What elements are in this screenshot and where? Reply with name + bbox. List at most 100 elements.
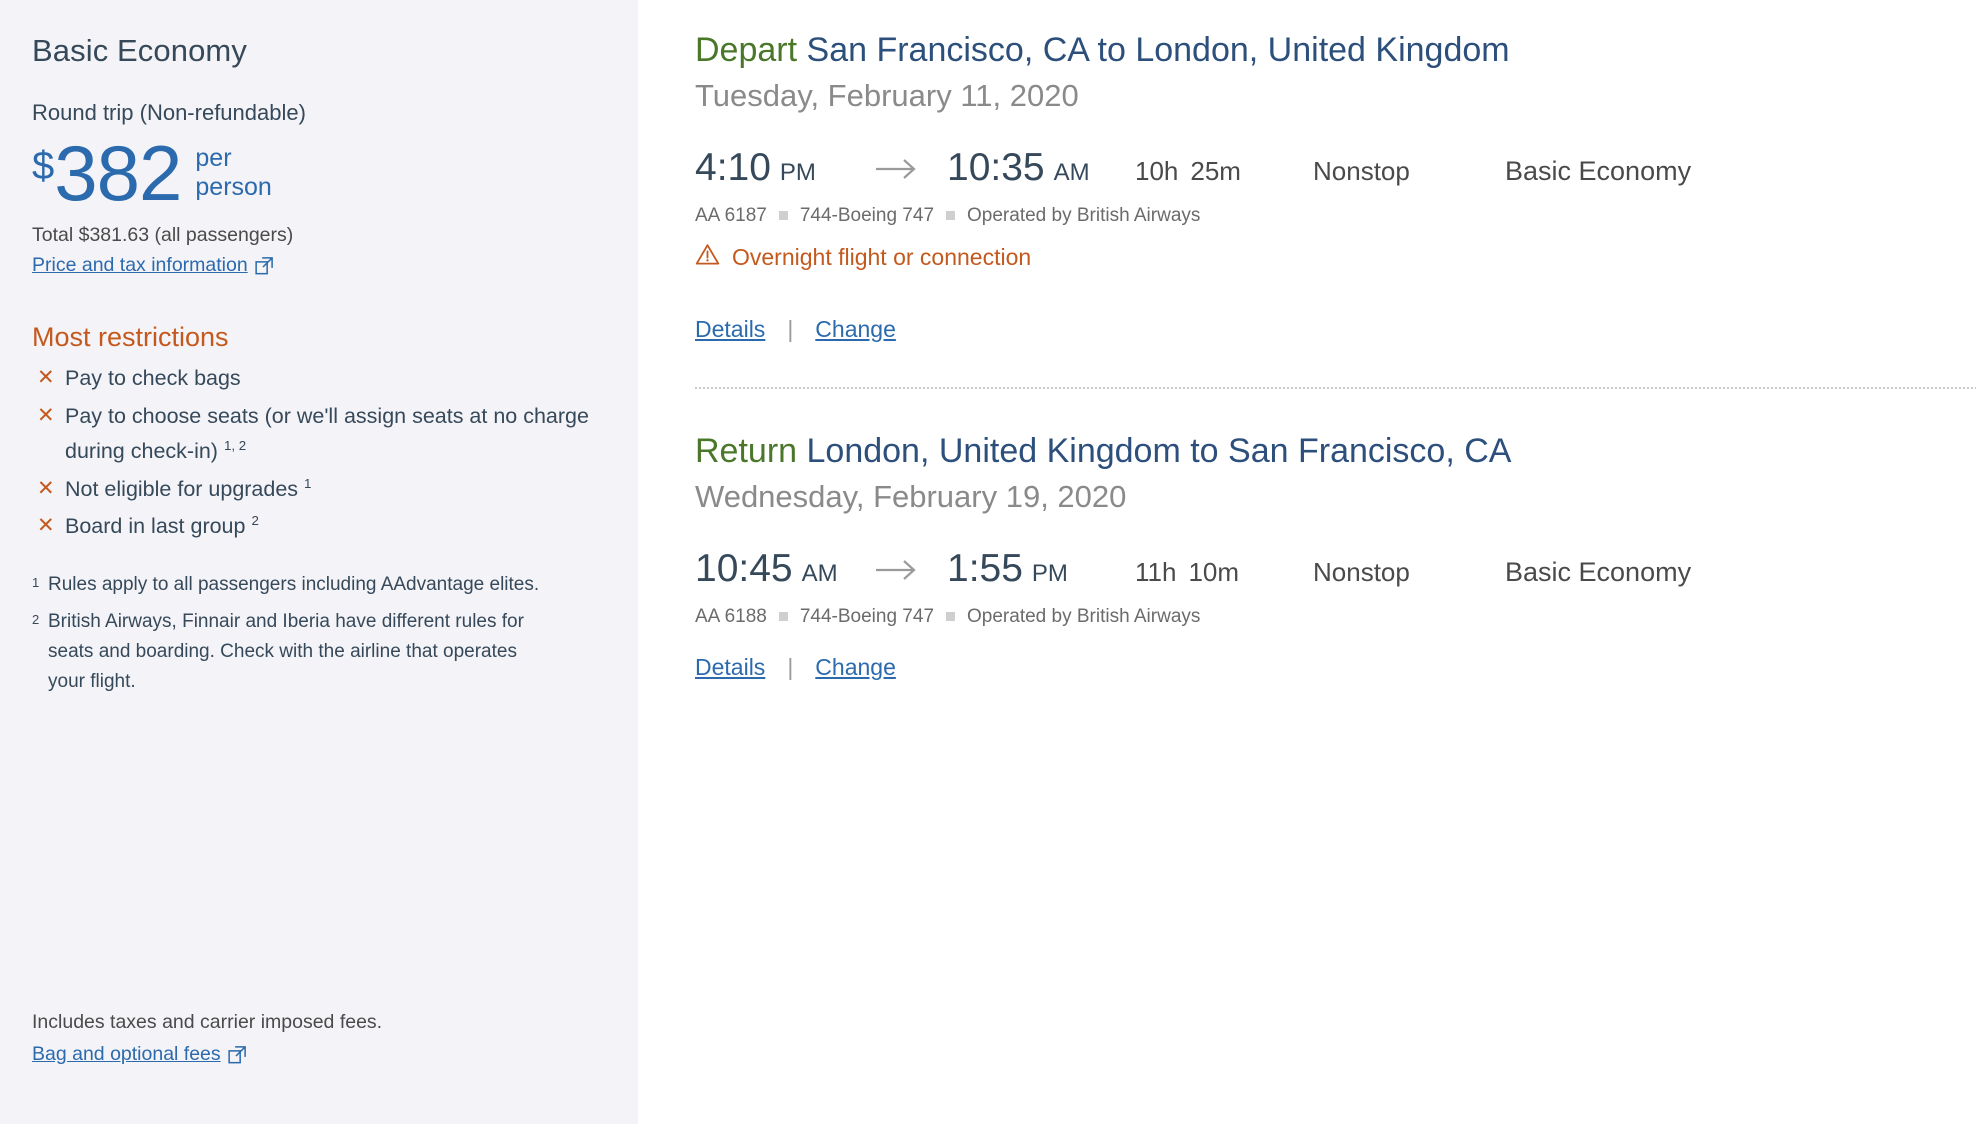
action-separator: | [787, 653, 794, 680]
segment-divider [695, 386, 1976, 389]
x-icon: ✕ [37, 404, 55, 427]
price-currency-symbol: $ [32, 144, 55, 189]
duration-minutes: 25m [1190, 155, 1241, 186]
taxes-note: Includes taxes and carrier imposed fees. [32, 1011, 383, 1033]
departure-time-cell: 4:10 PM [695, 148, 847, 187]
departure-meridiem: AM [801, 559, 838, 587]
segment-date: Tuesday, February 11, 2020 [695, 77, 1079, 113]
flight-meta-row: AA 6187 744-Boeing 747 Operated by Briti… [695, 205, 1976, 227]
bag-and-optional-fees-label: Bag and optional fees [32, 1043, 221, 1065]
departure-time-cell: 10:45 AM [695, 549, 847, 588]
cabin-label: Basic Economy [1505, 556, 1692, 587]
x-icon: ✕ [37, 476, 55, 500]
segment-route: London, United Kingdom to San Francisco,… [806, 431, 1512, 470]
meta-separator-icon [778, 612, 788, 622]
restriction-item: ✕ Pay to check bags [32, 361, 606, 396]
bag-and-optional-fees-link[interactable]: Bag and optional fees [32, 1043, 247, 1066]
action-separator: | [787, 315, 794, 342]
restriction-item: ✕ Not eligible for upgrades 1 [32, 472, 606, 507]
stops-label: Nonstop [1313, 155, 1410, 186]
restrictions-list: ✕ Pay to check bags ✕ Pay to choose seat… [32, 361, 606, 544]
segment-return: Return London, United Kingdom to San Fra… [695, 431, 1976, 681]
footnote-item: 1 Rules apply to all passengers includin… [32, 570, 606, 600]
segment-date: Wednesday, February 19, 2020 [695, 478, 1127, 514]
segment-heading: Depart San Francisco, CA to London, Unit… [695, 30, 1976, 71]
trip-type-label: Round trip (Non-refundable) [32, 100, 306, 126]
warning-triangle-icon [695, 243, 720, 272]
restriction-text: Pay to choose seats (or we'll assign sea… [65, 404, 589, 463]
flight-number: AA 6188 [695, 605, 767, 627]
fare-detail-page: Basic Economy Round trip (Non-refundable… [0, 0, 1976, 1124]
restriction-footnote-ref: 1 [304, 475, 312, 491]
price-block: $ 382 per person [32, 130, 606, 212]
restrictions-title: Most restrictions [32, 322, 229, 353]
arrival-time-cell: 10:35 AM [947, 148, 1135, 187]
flight-direction-arrow-icon [847, 559, 947, 581]
details-link[interactable]: Details [695, 316, 765, 343]
overnight-warning: Overnight flight or connection [695, 243, 1976, 272]
restriction-text: Board in last group [65, 514, 246, 539]
cabin-label: Basic Economy [1505, 155, 1692, 186]
footnotes: 1 Rules apply to all passengers includin… [32, 570, 606, 698]
total-price-label: Total $381.63 (all passengers) [32, 224, 294, 247]
footnote-text: Rules apply to all passengers including … [48, 574, 540, 596]
departure-time: 10:45 [695, 546, 793, 590]
arrival-meridiem: PM [1031, 559, 1068, 587]
price-and-tax-information-label: Price and tax information [32, 254, 248, 277]
duration-cell: 11h 10m [1135, 559, 1313, 585]
arrival-time-cell: 1:55 PM [947, 549, 1135, 588]
overnight-warning-text: Overnight flight or connection [732, 243, 1032, 270]
restriction-text: Pay to check bags [65, 366, 241, 391]
operated-by: Operated by British Airways [967, 204, 1201, 226]
itinerary-panel: Depart San Francisco, CA to London, Unit… [638, 0, 1976, 1124]
restriction-item: ✕ Pay to choose seats (or we'll assign s… [32, 399, 606, 469]
price-unit: per person [195, 144, 271, 202]
price-unit-line2: person [195, 173, 272, 202]
stops-label: Nonstop [1313, 556, 1410, 587]
restriction-footnote-ref: 1, 2 [223, 437, 247, 453]
segment-direction: Return [695, 431, 798, 470]
flight-times-row: 10:45 AM 1:55 PM 11h 10m Nonstop Basic Econ… [695, 549, 1976, 588]
external-link-icon [228, 1045, 247, 1064]
aircraft-type: 744-Boeing 747 [799, 605, 935, 627]
footnote-marker: 1 [32, 575, 40, 591]
flight-times-row: 4:10 PM 10:35 AM 10h 25m Nonstop Basic Econ… [695, 148, 1976, 187]
price-and-tax-information-link[interactable]: Price and tax information [32, 254, 274, 277]
arrival-time: 1:55 [947, 546, 1023, 590]
duration-hours: 11h [1135, 556, 1177, 587]
flight-number: AA 6187 [695, 204, 767, 226]
segment-direction: Depart [695, 31, 798, 69]
fare-summary-sidebar: Basic Economy Round trip (Non-refundable… [0, 0, 638, 1124]
segment-route: San Francisco, CA to London, United King… [806, 31, 1510, 69]
flight-meta-row: AA 6188 744-Boeing 747 Operated by Briti… [695, 606, 1976, 628]
x-icon: ✕ [37, 366, 55, 390]
change-link[interactable]: Change [815, 316, 896, 343]
footnote-item: 2 British Airways, Finnair and Iberia ha… [32, 607, 606, 698]
restriction-text: Not eligible for upgrades [65, 476, 299, 501]
segment-heading: Return London, United Kingdom to San Fra… [695, 431, 1976, 472]
change-link[interactable]: Change [815, 654, 896, 681]
meta-separator-icon [778, 211, 788, 221]
departure-meridiem: PM [779, 158, 816, 186]
segment-depart: Depart San Francisco, CA to London, Unit… [695, 30, 1976, 389]
footnote-marker: 2 [32, 611, 40, 627]
segment-actions: Details | Change [695, 316, 1976, 343]
duration-hours: 10h [1135, 155, 1179, 186]
operated-by: Operated by British Airways [967, 605, 1201, 627]
meta-separator-icon [946, 211, 956, 221]
arrival-time: 10:35 [947, 145, 1045, 189]
price-unit-line1: per [195, 144, 232, 173]
restriction-item: ✕ Board in last group 2 [32, 509, 606, 544]
flight-direction-arrow-icon [847, 158, 947, 180]
external-link-icon [255, 256, 274, 275]
details-link[interactable]: Details [695, 654, 765, 681]
duration-minutes: 10m [1188, 556, 1240, 587]
footnote-text: British Airways, Finnair and Iberia have… [48, 610, 524, 693]
segment-actions: Details | Change [695, 654, 1976, 681]
arrival-meridiem: AM [1053, 158, 1090, 186]
fare-title: Basic Economy [32, 33, 247, 68]
duration-cell: 10h 25m [1135, 158, 1313, 184]
restriction-footnote-ref: 2 [251, 513, 259, 529]
aircraft-type: 744-Boeing 747 [799, 204, 935, 226]
departure-time: 4:10 [695, 145, 771, 189]
